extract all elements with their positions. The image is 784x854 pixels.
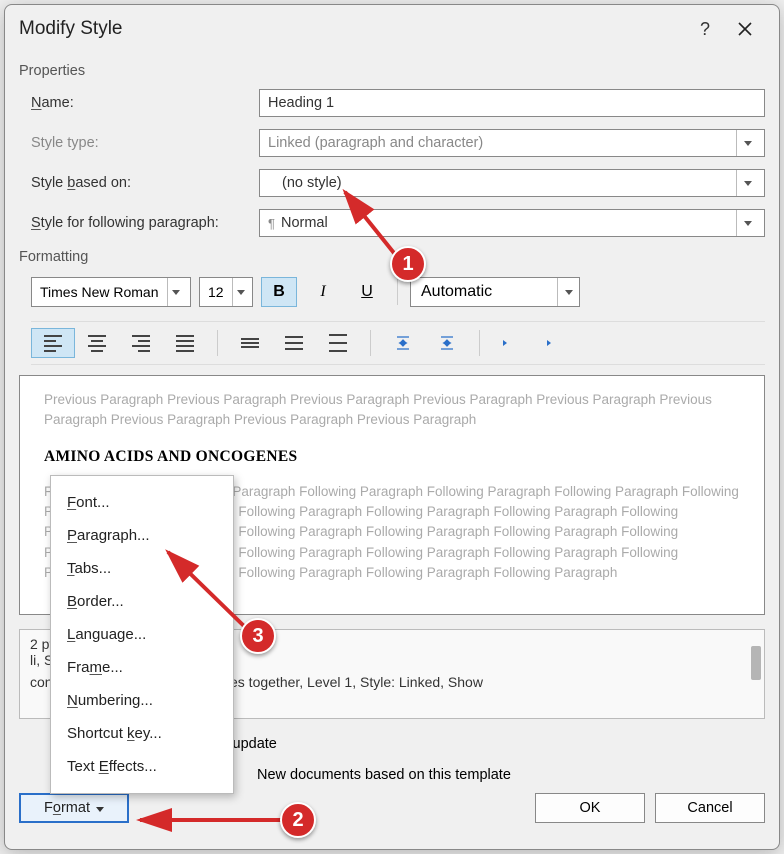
paragraph-toolbar [31, 321, 765, 365]
caret-down-icon [96, 800, 104, 816]
underline-button[interactable]: U [349, 277, 385, 307]
style-type-value: Linked (paragraph and character) [268, 135, 483, 151]
preview-sample-text: AMINO ACIDS AND ONCOGENES [44, 445, 740, 468]
line-spacing-1.5-button[interactable] [272, 328, 316, 358]
scrollbar-thumb[interactable] [751, 646, 761, 680]
name-input[interactable] [259, 89, 765, 117]
chevron-down-icon [736, 170, 758, 196]
line-spacing-2-button[interactable] [316, 328, 360, 358]
italic-button[interactable]: I [305, 277, 341, 307]
chevron-down-icon [736, 210, 758, 236]
close-button[interactable] [725, 13, 765, 45]
help-button[interactable]: ? [685, 13, 725, 45]
format-menu-language[interactable]: Language... [51, 618, 233, 651]
close-icon [738, 22, 752, 36]
font-size-combo[interactable]: 12 [199, 277, 253, 307]
style-following-label: Style for following paragraph: [31, 215, 249, 231]
align-right-button[interactable] [119, 328, 163, 358]
properties-section-label: Properties [19, 63, 765, 79]
line-spacing-1-button[interactable] [228, 328, 272, 358]
font-size-value: 12 [200, 284, 232, 300]
format-menu-tabs[interactable]: Tabs... [51, 552, 233, 585]
format-menu-shortcut[interactable]: Shortcut key... [51, 717, 233, 750]
font-color-combo[interactable]: Automatic [410, 277, 580, 307]
decrease-indent-button[interactable] [490, 328, 534, 358]
font-family-combo[interactable]: Times New Roman [31, 277, 191, 307]
annotation-callout-1: 1 [390, 246, 426, 282]
name-label: Name: [31, 95, 249, 111]
space-before-decrease-button[interactable] [425, 328, 469, 358]
format-menu-border[interactable]: Border... [51, 585, 233, 618]
dialog-title: Modify Style [19, 18, 685, 40]
space-before-increase-button[interactable] [381, 328, 425, 358]
scope-label: New documents based on this template [257, 767, 511, 783]
separator [479, 330, 480, 356]
align-justify-button[interactable] [163, 328, 207, 358]
increase-indent-button[interactable] [534, 328, 578, 358]
titlebar: Modify Style ? [5, 5, 779, 49]
pilcrow-icon: ¶ [268, 216, 275, 231]
preview-previous-text: Previous Paragraph Previous Paragraph Pr… [44, 390, 740, 431]
align-center-button[interactable] [75, 328, 119, 358]
format-menu-font[interactable]: Font... [51, 486, 233, 519]
chevron-down-icon [232, 278, 250, 306]
separator [370, 330, 371, 356]
font-color-value: Automatic [421, 283, 492, 301]
style-based-combo[interactable]: (no style) [259, 169, 765, 197]
chevron-down-icon [736, 130, 758, 156]
chevron-down-icon [167, 278, 185, 306]
separator [217, 330, 218, 356]
cancel-button[interactable]: Cancel [655, 793, 765, 823]
annotation-callout-3: 3 [240, 618, 276, 654]
style-following-combo[interactable]: ¶ Normal [259, 209, 765, 237]
chevron-down-icon [565, 290, 573, 295]
style-type-combo: Linked (paragraph and character) [259, 129, 765, 157]
style-based-value: (no style) [268, 175, 342, 191]
style-based-label: Style based on: [31, 175, 249, 191]
format-menu-paragraph[interactable]: Paragraph... [51, 519, 233, 552]
format-menu-effects[interactable]: Text Effects... [51, 750, 233, 783]
separator [397, 279, 398, 305]
format-menu-numbering[interactable]: Numbering... [51, 684, 233, 717]
style-type-label: Style type: [31, 135, 249, 151]
align-left-button[interactable] [31, 328, 75, 358]
format-menu: Font... Paragraph... Tabs... Border... L… [50, 475, 234, 794]
bold-button[interactable]: B [261, 277, 297, 307]
ok-button[interactable]: OK [535, 793, 645, 823]
style-following-value: Normal [281, 215, 328, 231]
font-family-value: Times New Roman [32, 284, 167, 300]
scope-option[interactable]: New documents based on this template [257, 767, 765, 783]
annotation-callout-2: 2 [280, 802, 316, 838]
format-menu-frame[interactable]: Frame... [51, 651, 233, 684]
format-button[interactable]: Format [19, 793, 129, 823]
